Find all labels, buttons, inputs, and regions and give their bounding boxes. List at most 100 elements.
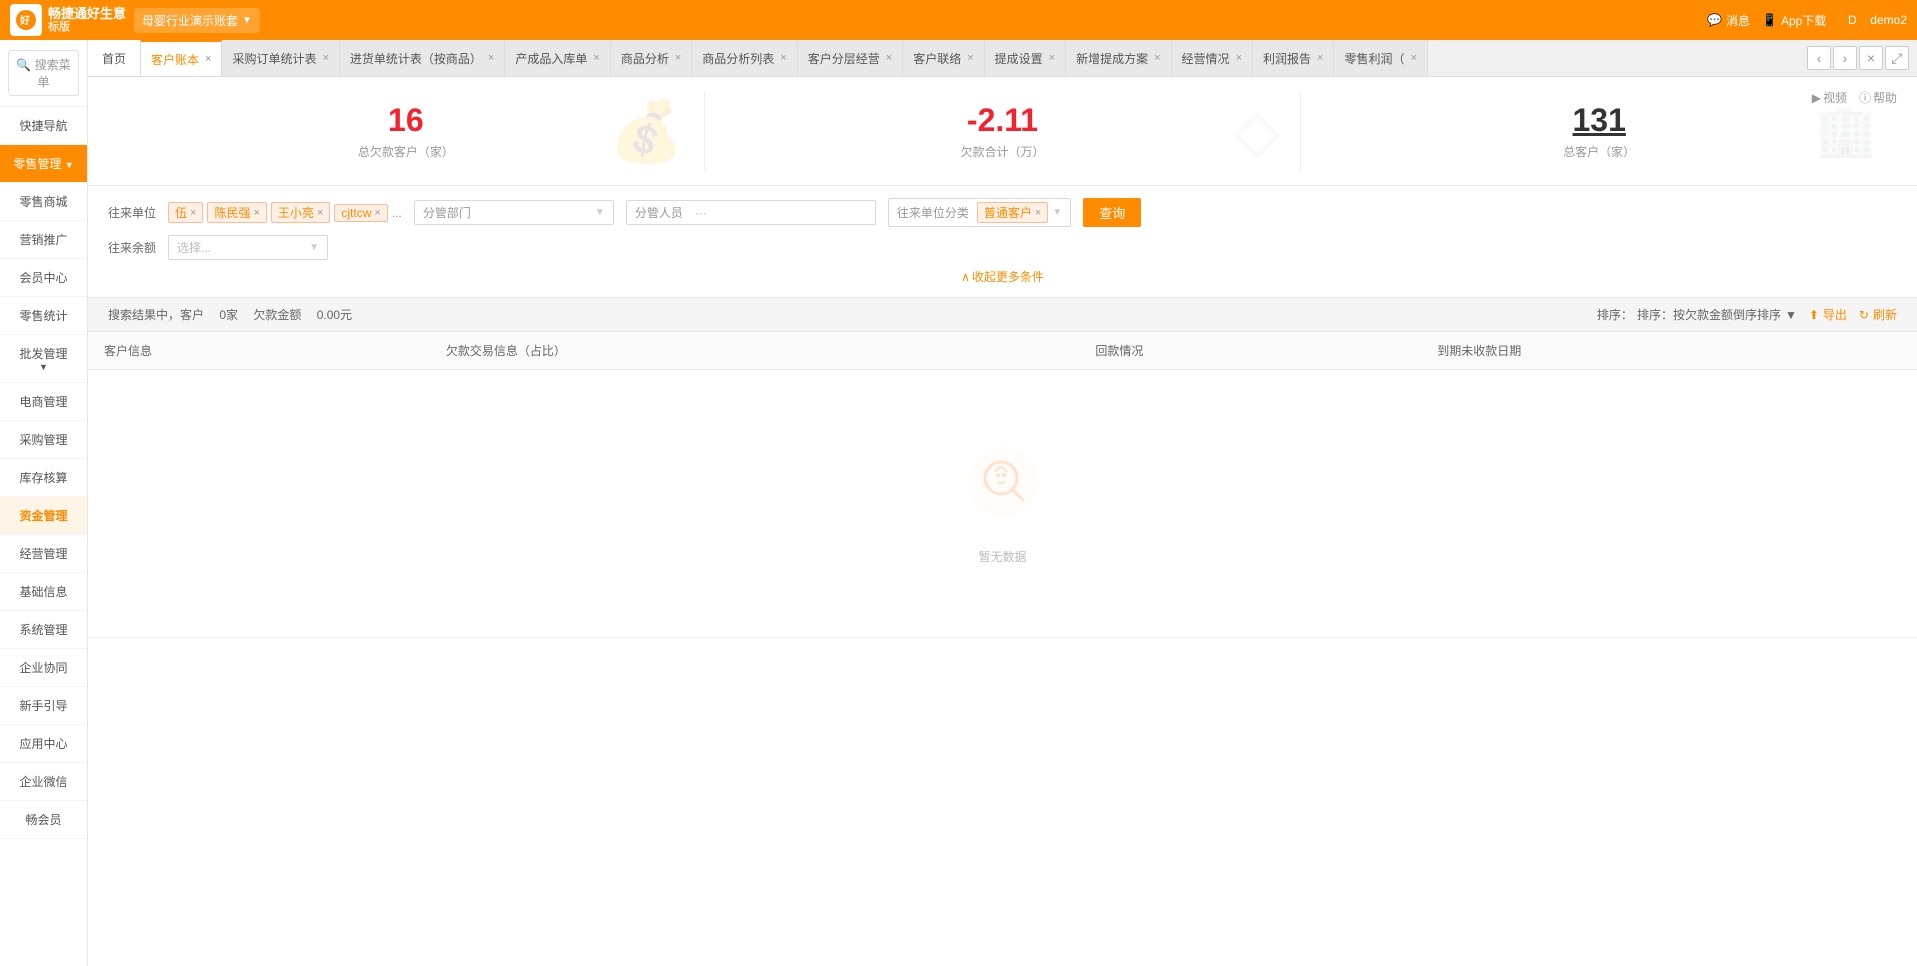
tab-retail-profit[interactable]: 零售利润（ × xyxy=(1334,40,1427,76)
sidebar-item-retail-stats[interactable]: 零售统计 xyxy=(0,297,87,335)
sidebar-item-enterprise-wechat[interactable]: 企业微信 xyxy=(0,763,87,801)
sidebar-quick-nav-label: 快捷导航 xyxy=(19,119,67,133)
unit-tag-chen-close[interactable]: × xyxy=(253,207,259,219)
sidebar-item-purchase-mgmt[interactable]: 采购管理 xyxy=(0,421,87,459)
sidebar-item-chang-member[interactable]: 畅会员 xyxy=(0,801,87,839)
sidebar-item-finance-mgmt[interactable]: 资金管理 xyxy=(0,497,87,535)
staff-filter-select[interactable]: 分管人员 ··· xyxy=(626,200,876,225)
search-menu-button[interactable]: 🔍 搜索菜单 xyxy=(8,50,79,96)
sidebar-item-beginner-guide[interactable]: 新手引导 xyxy=(0,687,87,725)
sidebar-item-retail-mall[interactable]: 零售商城 xyxy=(0,183,87,221)
balance-filter-select[interactable]: 选择... ▼ xyxy=(168,235,328,260)
tab-next-button[interactable]: › xyxy=(1833,46,1857,70)
sidebar-item-inventory[interactable]: 库存核算 xyxy=(0,459,87,497)
tab-customer-contact-label: 客户联络 xyxy=(913,50,961,67)
sidebar-item-enterprise-collab[interactable]: 企业协同 xyxy=(0,649,87,687)
query-button[interactable]: 查询 xyxy=(1083,198,1141,227)
unit-tag-wang-close[interactable]: × xyxy=(317,207,323,219)
tab-commission-close[interactable]: × xyxy=(1049,52,1055,64)
top-bar-right: 💬 消息 📱 App下载 D demo2 xyxy=(1707,6,1907,34)
tab-product-close[interactable]: × xyxy=(675,52,681,64)
unit-tag-wu-close[interactable]: × xyxy=(190,207,196,219)
tab-operations-close[interactable]: × xyxy=(1236,52,1242,64)
tab-close-all-button[interactable]: × xyxy=(1859,46,1883,70)
unit-tag-wang[interactable]: 王小亮 × xyxy=(271,202,330,223)
tab-add-commission-plan-label: 新增提成方案 xyxy=(1076,50,1148,67)
tab-customer-strat-close[interactable]: × xyxy=(886,52,892,64)
unit-tag-cjttcw-close[interactable]: × xyxy=(374,207,380,219)
tab-expand-button[interactable]: ⤢ xyxy=(1885,46,1909,70)
tab-purchase-close[interactable]: × xyxy=(322,52,328,64)
logo-text: 畅捷通好生意 xyxy=(48,6,126,22)
search-result-label: 搜索结果中，客户 xyxy=(108,308,204,322)
sidebar-item-system-mgmt[interactable]: 系统管理 xyxy=(0,611,87,649)
balance-filter-placeholder: 选择... xyxy=(177,239,211,256)
tab-operations-status[interactable]: 经营情况 × xyxy=(1172,40,1253,76)
dept-filter-select[interactable]: 分管部门 ▼ xyxy=(414,200,614,225)
message-button[interactable]: 💬 消息 xyxy=(1707,12,1750,29)
unit-tag-cjttcw[interactable]: cjttcw × xyxy=(334,204,387,222)
tab-inbound-stats-label: 进货单统计表（按商品） xyxy=(350,50,482,67)
sidebar-item-retail-mgmt[interactable]: 零售管理 ▼ xyxy=(0,145,87,183)
logo-icon: 好 xyxy=(10,4,42,36)
tab-add-commission-close[interactable]: × xyxy=(1154,52,1160,64)
tab-customer-ledger[interactable]: 客户账本 × xyxy=(141,40,222,76)
export-icon: ⬆ xyxy=(1809,308,1819,322)
sidebar-item-quick-nav[interactable]: 快捷导航 xyxy=(0,107,87,145)
refresh-button[interactable]: ↻ 刷新 xyxy=(1859,306,1897,323)
sidebar-finance-mgmt-label: 资金管理 xyxy=(19,509,67,523)
tab-customer-ledger-close[interactable]: × xyxy=(205,53,211,65)
tab-retail-profit-close[interactable]: × xyxy=(1410,52,1416,64)
tab-customer-contact[interactable]: 客户联络 × xyxy=(903,40,984,76)
tab-finished-goods[interactable]: 产成品入库单 × xyxy=(505,40,610,76)
unit-tags-more[interactable]: ... xyxy=(392,206,402,220)
sidebar-item-operations[interactable]: 经营管理 xyxy=(0,535,87,573)
unit-category-tag[interactable]: 普通客户 × xyxy=(977,202,1048,223)
content-area: 首页 客户账本 × 采购订单统计表 × 进货单统计表（按商品） × xyxy=(88,40,1917,966)
sidebar-item-wholesale-mgmt[interactable]: 批发管理 ▼ xyxy=(0,335,87,383)
sidebar-item-ecommerce-mgmt[interactable]: 电商管理 xyxy=(0,383,87,421)
tab-product-analysis[interactable]: 商品分析 × xyxy=(611,40,692,76)
help-button[interactable]: ⓘ 帮助 xyxy=(1859,89,1897,106)
staff-filter-label: 分管人员 xyxy=(635,204,683,221)
app-download-button[interactable]: 📱 App下载 xyxy=(1762,12,1826,29)
tab-commission-settings[interactable]: 提成设置 × xyxy=(985,40,1066,76)
sidebar-item-membership[interactable]: 会员中心 xyxy=(0,259,87,297)
video-button[interactable]: ▶ 视频 xyxy=(1812,89,1847,106)
tab-home[interactable]: 首页 xyxy=(88,40,141,76)
tab-product-analysis-list[interactable]: 商品分析列表 × xyxy=(692,40,797,76)
tab-prev-button[interactable]: ‹ xyxy=(1807,46,1831,70)
dept-filter-label: 分管部门 xyxy=(423,204,471,221)
unit-tag-wu[interactable]: 伍 × xyxy=(168,202,203,223)
unit-category-tag-close[interactable]: × xyxy=(1035,207,1041,219)
unit-category-filter-select[interactable]: 往来单位分类 普通客户 × ▼ xyxy=(888,198,1071,227)
tab-customer-stratification[interactable]: 客户分层经营 × xyxy=(798,40,903,76)
tab-customer-contact-close[interactable]: × xyxy=(967,52,973,64)
tab-inbound-stats[interactable]: 进货单统计表（按商品） × xyxy=(340,40,505,76)
user-menu-button[interactable]: D demo2 xyxy=(1838,6,1907,34)
tab-inbound-close[interactable]: × xyxy=(488,52,494,64)
sidebar-item-basic-info[interactable]: 基础信息 xyxy=(0,573,87,611)
tab-product-list-close[interactable]: × xyxy=(780,52,786,64)
col-debt-info-label: 欠款交易信息（占比） xyxy=(446,344,566,358)
export-button[interactable]: ⬆ 导出 xyxy=(1809,306,1847,323)
sort-button[interactable]: 排序： 排序：按欠款金额倒序排序 ▼ xyxy=(1597,306,1797,323)
stat-total-debt-customers: 💰 16 总欠款客户（家） xyxy=(108,92,705,170)
collapse-btn[interactable]: ∧ 收起更多条件 xyxy=(108,268,1897,285)
unit-tag-chen[interactable]: 陈民强 × xyxy=(207,202,266,223)
sidebar-item-marketing[interactable]: 营销推广 xyxy=(0,221,87,259)
stats-help-area: ▶ 视频 ⓘ 帮助 xyxy=(1812,89,1897,106)
chevron-down-small-icon: ▼ xyxy=(39,362,48,372)
org-selector[interactable]: 母婴行业演示账套 ▼ xyxy=(134,8,260,33)
tab-profit-report-close[interactable]: × xyxy=(1317,52,1323,64)
tab-profit-report[interactable]: 利润报告 × xyxy=(1253,40,1334,76)
unit-tag-cjttcw-label: cjttcw xyxy=(341,206,371,220)
tab-add-commission-plan[interactable]: 新增提成方案 × xyxy=(1066,40,1171,76)
col-due-date: 到期未收款日期 xyxy=(1421,332,1917,370)
refresh-label: 刷新 xyxy=(1873,306,1897,323)
sidebar-item-app-center[interactable]: 应用中心 xyxy=(0,725,87,763)
tab-finished-close[interactable]: × xyxy=(593,52,599,64)
sidebar-system-mgmt-label: 系统管理 xyxy=(19,623,67,637)
stat-debt-total: ◇ -2.11 欠款合计（万） xyxy=(705,92,1302,170)
tab-purchase-order-stats[interactable]: 采购订单统计表 × xyxy=(222,40,339,76)
